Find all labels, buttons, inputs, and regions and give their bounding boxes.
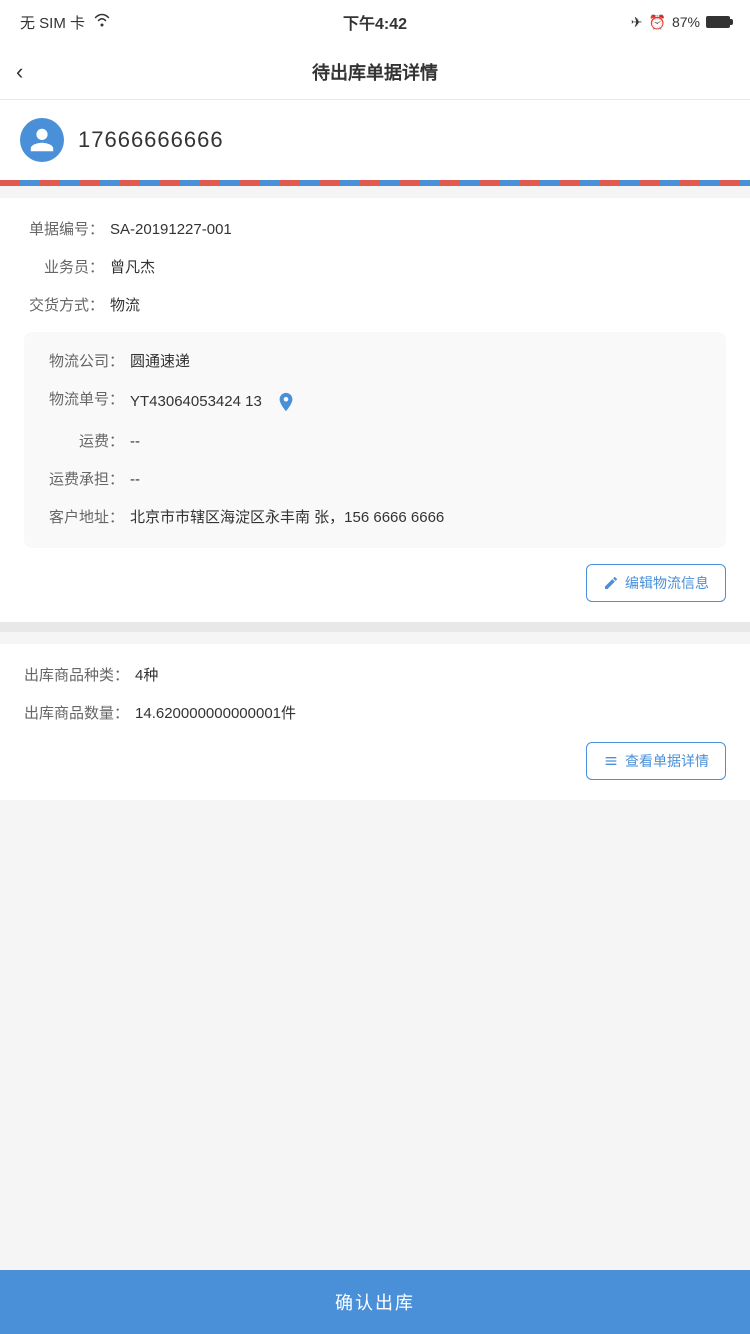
- order-no-row: 单据编号： SA-20191227-001: [24, 218, 726, 242]
- product-type-label: 出库商品种类：: [24, 664, 129, 688]
- confirm-button[interactable]: 确认出库: [0, 1270, 750, 1334]
- avatar: [20, 118, 64, 162]
- freight-bear-row: 运费承担： --: [44, 468, 706, 492]
- delivery-row: 交货方式： 物流: [24, 294, 726, 318]
- dashed-separator: [0, 180, 750, 186]
- carrier-label: 无 SIM 卡: [20, 12, 85, 33]
- agent-value: 曾凡杰: [110, 256, 726, 280]
- order-no-value: SA-20191227-001: [110, 218, 726, 242]
- freight-bear-label: 运费承担：: [44, 468, 124, 492]
- wifi-icon: [93, 13, 111, 31]
- agent-label: 业务员：: [24, 256, 104, 280]
- tracking-no: YT43064053424 13: [130, 390, 262, 414]
- summary-section: 出库商品种类： 4种 出库商品数量： 14.620000000000001件 查…: [0, 644, 750, 800]
- product-type-value: 4种: [135, 664, 726, 688]
- nav-bar: ‹ 待出库单据详情: [0, 44, 750, 100]
- alarm-icon: ⏰: [649, 14, 666, 31]
- order-no-label: 单据编号：: [24, 218, 104, 242]
- logistics-company-label: 物流公司：: [44, 350, 124, 374]
- confirm-label: 确认出库: [335, 1289, 415, 1315]
- page-title: 待出库单据详情: [312, 59, 438, 85]
- product-qty-label: 出库商品数量：: [24, 702, 129, 726]
- edit-logistics-btn-container: 编辑物流信息: [24, 564, 726, 602]
- view-detail-btn-container: 查看单据详情: [24, 742, 726, 780]
- logistics-card: 物流公司： 圆通速递 物流单号： YT43064053424 13: [24, 332, 726, 548]
- address-label: 客户地址：: [44, 506, 124, 530]
- freight-value: --: [130, 430, 706, 454]
- address-value: 北京市市辖区海淀区永丰南 张，156 6666 6666: [130, 506, 706, 530]
- view-detail-label: 查看单据详情: [625, 751, 709, 771]
- customer-phone: 17666666666: [78, 127, 224, 153]
- customer-header: 17666666666: [0, 100, 750, 180]
- logistics-company-row: 物流公司： 圆通速递: [44, 350, 706, 374]
- logistics-company-value: 圆通速递: [130, 350, 706, 374]
- freight-label: 运费：: [44, 430, 124, 454]
- edit-logistics-button[interactable]: 编辑物流信息: [586, 564, 726, 602]
- freight-row: 运费： --: [44, 430, 706, 454]
- view-detail-button[interactable]: 查看单据详情: [586, 742, 726, 780]
- battery-icon: [706, 16, 730, 28]
- tracking-row: 物流单号： YT43064053424 13: [44, 388, 706, 416]
- status-left: 无 SIM 卡: [20, 12, 111, 33]
- status-right: ✈ ⏰ 87%: [631, 14, 730, 31]
- battery-percent: 87%: [672, 14, 700, 30]
- address-row: 客户地址： 北京市市辖区海淀区永丰南 张，156 6666 6666: [44, 506, 706, 530]
- product-qty-row: 出库商品数量： 14.620000000000001件: [24, 702, 726, 726]
- delivery-label: 交货方式：: [24, 294, 104, 318]
- section-divider: [0, 622, 750, 632]
- product-qty-value: 14.620000000000001件: [135, 702, 726, 726]
- status-bar: 无 SIM 卡 下午4:42 ✈ ⏰ 87%: [0, 0, 750, 44]
- freight-bear-value: --: [130, 468, 706, 492]
- order-info-section: 单据编号： SA-20191227-001 业务员： 曾凡杰 交货方式： 物流 …: [0, 198, 750, 622]
- status-time: 下午4:42: [343, 10, 407, 34]
- tracking-value-row: YT43064053424 13: [130, 388, 706, 416]
- edit-logistics-label: 编辑物流信息: [625, 573, 709, 593]
- map-pin-icon[interactable]: [272, 388, 300, 416]
- agent-row: 业务员： 曾凡杰: [24, 256, 726, 280]
- location-status-icon: ✈: [631, 14, 643, 31]
- tracking-label: 物流单号：: [44, 388, 124, 412]
- empty-space: [0, 800, 750, 1000]
- delivery-value: 物流: [110, 294, 726, 318]
- back-button[interactable]: ‹: [8, 51, 31, 93]
- product-type-row: 出库商品种类： 4种: [24, 664, 726, 688]
